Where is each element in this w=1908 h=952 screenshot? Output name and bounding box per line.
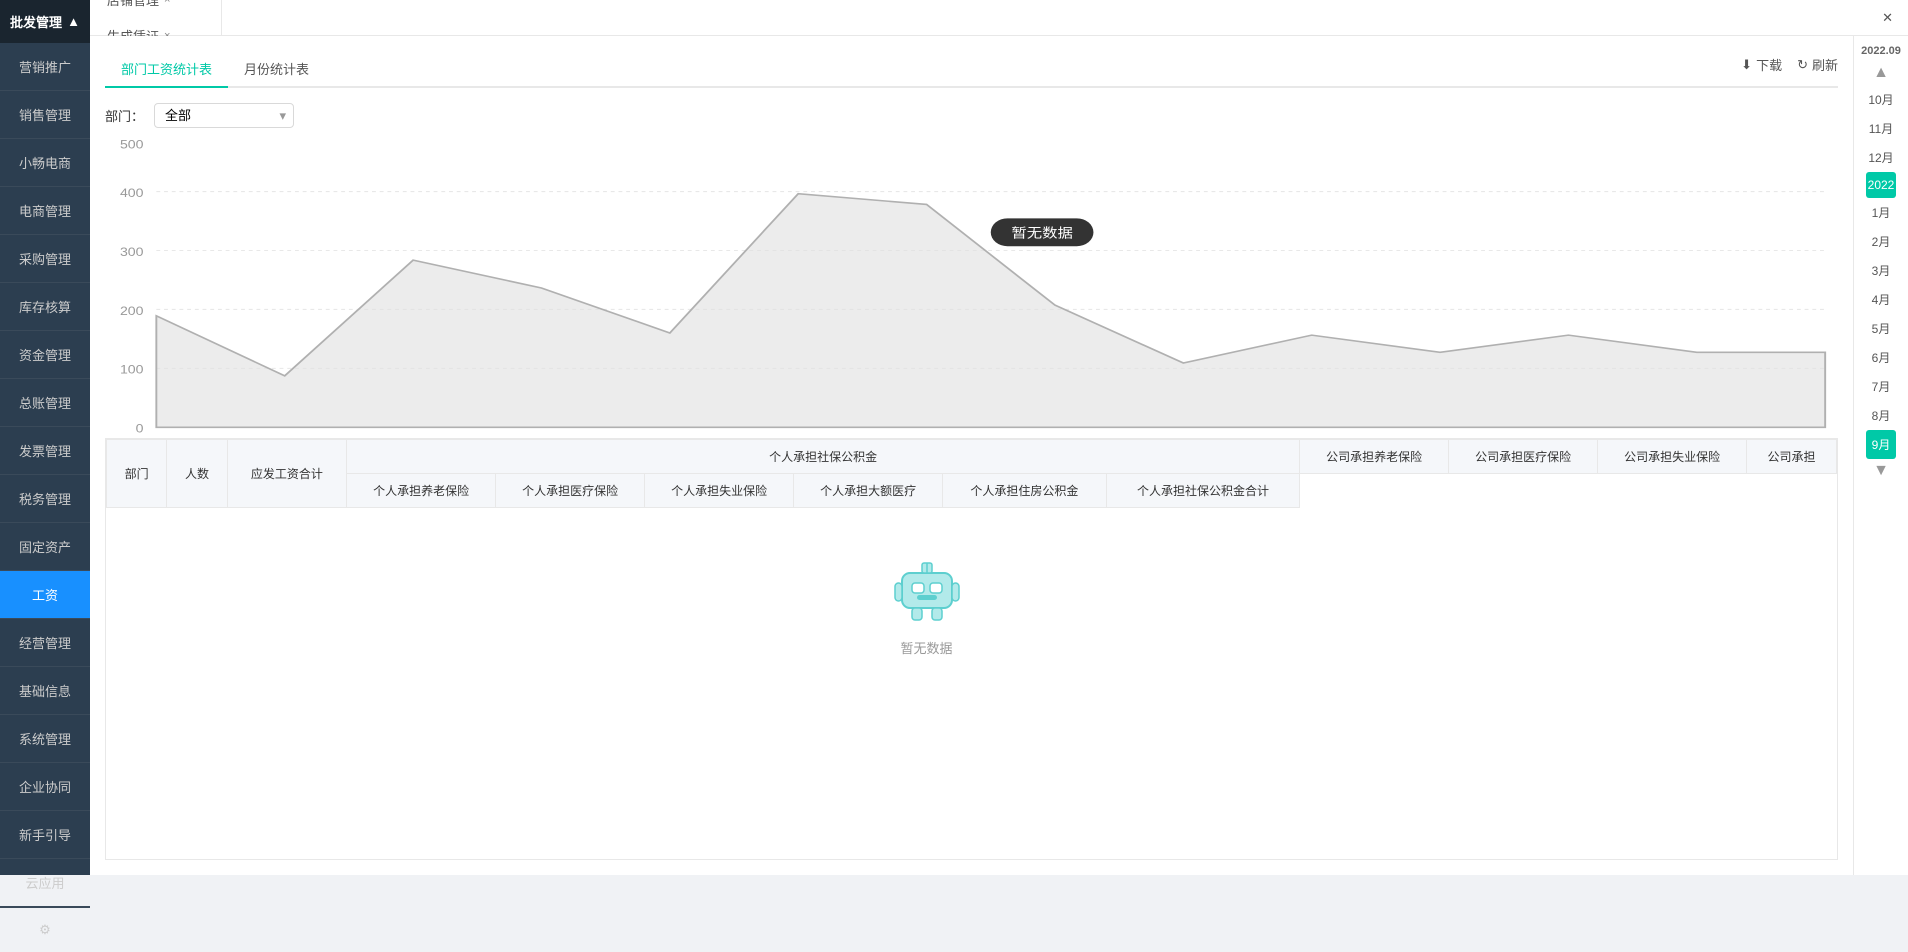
sidebar-item-basic[interactable]: 基础信息 [0,667,90,715]
th-personal-medical: 个人承担医疗保险 [496,474,645,508]
th-headcount: 人数 [167,440,227,508]
sidebar-item-purchase[interactable]: 采购管理 [0,235,90,283]
dept-select[interactable]: 全部 [154,103,294,128]
timeline-item-7月[interactable]: 7月 [1862,372,1901,401]
tab-label-store-manage: 店铺管理 [107,0,159,9]
sub-tab-bar: 部门工资统计表 月份统计表 ⬇ 下载 ↻ 刷新 [105,51,1838,88]
tab-month-stats[interactable]: 月份统计表 [228,51,325,88]
th-personal-housing: 个人承担住房公积金 [943,474,1107,508]
th-personal-pension: 个人承担养老保险 [347,474,496,508]
timeline-up-nav[interactable]: ▲ [1869,61,1893,85]
timeline-panel: 2022.09 ▲ 10月11月12月20221月2月3月4月5月6月7月8月9… [1853,36,1908,875]
sidebar-item-inventory[interactable]: 库存核算 [0,283,90,331]
chart-svg: 0 100 200 300 400 500 [105,138,1838,438]
empty-robot-icon [887,548,967,628]
svg-text:300: 300 [120,245,144,259]
tab-close-store-manage[interactable]: × [164,0,170,6]
sidebar-item-ecommerce[interactable]: 电商管理 [0,187,90,235]
timeline-down-nav[interactable]: ▼ [1869,459,1893,483]
main-area: 首页门店商品目录 ×销售单 ×店铺管理 ×生成凭证 ×应收应付调整单 ×工资表 … [90,0,1908,875]
th-personal-total: 个人承担社保公积金合计 [1106,474,1299,508]
timeline-item-2022[interactable]: 2022 [1866,172,1897,198]
svg-text:暂无数据: 暂无数据 [1011,227,1073,241]
th-company-medical: 公司承担医疗保险 [1449,440,1598,474]
tab-bar: 首页门店商品目录 ×销售单 ×店铺管理 ×生成凭证 ×应收应付调整单 ×工资表 … [90,0,1908,36]
sidebar-item-ecommerce-small[interactable]: 小畅电商 [0,139,90,187]
refresh-icon: ↻ [1797,57,1808,73]
th-personal-insurance: 个人承担社保公积金 [347,440,1300,474]
timeline-header: 2022.09 [1859,41,1903,61]
page-content: 部门工资统计表 月份统计表 ⬇ 下载 ↻ 刷新 部门： [90,36,1853,875]
sidebar-footer-settings[interactable]: ⚙ [0,907,90,952]
close-icon: ✕ [1882,10,1893,26]
svg-text:0: 0 [136,422,144,436]
sidebar-item-guide[interactable]: 新手引导 [0,811,90,859]
th-total-salary: 应发工资合计 [227,440,346,508]
sidebar-item-cloud[interactable]: 云应用 [0,859,90,907]
sidebar-item-finance[interactable]: 资金管理 [0,331,90,379]
th-company-pension: 公司承担养老保险 [1300,440,1449,474]
timeline-item-9月[interactable]: 9月 [1866,430,1897,459]
data-table: 部门 人数 应发工资合计 个人承担社保公积金 公司承担养老保险 公司承担医疗保险… [106,439,1837,697]
sidebar-item-ledger[interactable]: 总账管理 [0,379,90,427]
content-area: 部门工资统计表 月份统计表 ⬇ 下载 ↻ 刷新 部门： [90,36,1908,875]
refresh-button[interactable]: ↻ 刷新 [1797,55,1838,74]
timeline-item-6月[interactable]: 6月 [1862,343,1901,372]
timeline-item-2月[interactable]: 2月 [1862,227,1901,256]
sidebar-title: 批发管理 [10,12,62,31]
tab-dept-stats[interactable]: 部门工资统计表 [105,51,228,88]
timeline-item-1月[interactable]: 1月 [1862,198,1901,227]
th-dept: 部门 [107,440,167,508]
empty-text: 暂无数据 [901,638,953,657]
timeline-items-container: 10月11月12月20221月2月3月4月5月6月7月8月9月 [1862,85,1901,459]
dept-select-wrapper: 全部 [154,103,294,128]
th-company-unemployment: 公司承担失业保险 [1598,440,1747,474]
filter-toolbar: 部门： 全部 [105,103,1838,128]
sidebar-items-container: 营销推广销售管理小畅电商电商管理采购管理库存核算资金管理总账管理发票管理税务管理… [0,43,90,907]
sidebar: 批发管理 ▲ 营销推广销售管理小畅电商电商管理采购管理库存核算资金管理总账管理发… [0,0,90,875]
sidebar-item-system[interactable]: 系统管理 [0,715,90,763]
timeline-item-11月[interactable]: 11月 [1862,114,1901,143]
timeline-item-5月[interactable]: 5月 [1862,314,1901,343]
close-all-tabs-button[interactable]: ✕ [1872,10,1903,26]
sidebar-item-sales[interactable]: 销售管理 [0,91,90,139]
timeline-item-3月[interactable]: 3月 [1862,256,1901,285]
sidebar-item-operation[interactable]: 经营管理 [0,619,90,667]
settings-icon: ⚙ [39,922,51,937]
sidebar-header[interactable]: 批发管理 ▲ [0,0,90,43]
timeline-item-10月[interactable]: 10月 [1862,85,1901,114]
toolbar-left: 部门： 全部 [105,103,294,128]
sidebar-item-salary[interactable]: 工资 [0,571,90,619]
tab-store-manage[interactable]: 店铺管理 × [95,0,222,18]
table-area[interactable]: 部门 人数 应发工资合计 个人承担社保公积金 公司承担养老保险 公司承担医疗保险… [105,438,1838,860]
empty-state: 暂无数据 [107,508,1747,697]
sidebar-item-tax[interactable]: 税务管理 [0,475,90,523]
th-personal-large-medical: 个人承担大额医疗 [794,474,943,508]
svg-text:100: 100 [120,363,144,377]
th-personal-unemployment: 个人承担失业保险 [645,474,794,508]
sidebar-item-invoice[interactable]: 发票管理 [0,427,90,475]
timeline-item-4月[interactable]: 4月 [1862,285,1901,314]
expand-icon: ▲ [67,14,80,29]
chart-area: 0 100 200 300 400 500 [105,138,1838,438]
download-button[interactable]: ⬇ 下载 [1741,55,1782,74]
svg-text:400: 400 [120,186,144,200]
sidebar-item-assets[interactable]: 固定资产 [0,523,90,571]
table-scroll[interactable]: 部门 人数 应发工资合计 个人承担社保公积金 公司承担养老保险 公司承担医疗保险… [106,439,1837,697]
sidebar-item-enterprise[interactable]: 企业协同 [0,763,90,811]
th-company-other: 公司承担 [1747,440,1837,474]
download-icon: ⬇ [1741,57,1752,73]
timeline-item-12月[interactable]: 12月 [1862,143,1901,172]
sidebar-item-marketing[interactable]: 营销推广 [0,43,90,91]
dept-label: 部门： [105,106,144,125]
timeline-item-8月[interactable]: 8月 [1862,401,1901,430]
svg-text:500: 500 [120,138,144,151]
svg-text:200: 200 [120,304,144,318]
